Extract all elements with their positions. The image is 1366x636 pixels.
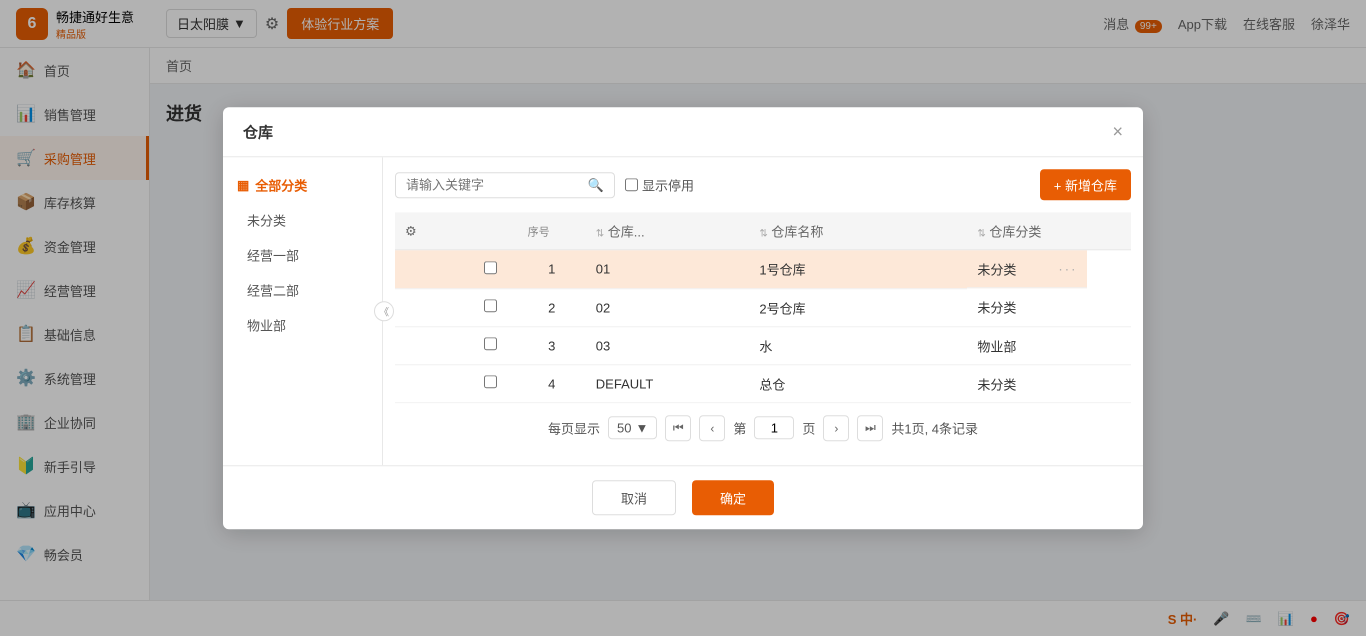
table-row[interactable]: 1 01 1号仓库 未分类··· [395, 250, 1131, 289]
row-check-4 [463, 364, 518, 402]
row-code-1: 01 [586, 250, 750, 289]
prev-page-btn[interactable]: ‹ [699, 415, 725, 441]
row-checkbox-4[interactable] [484, 375, 497, 388]
table-container: ⚙ 序号 ⇅ 仓库... ⇅ 仓库名称 [395, 212, 1131, 403]
col-header-name[interactable]: ⇅ 仓库名称 [749, 212, 967, 250]
warehouse-table: ⚙ 序号 ⇅ 仓库... ⇅ 仓库名称 [395, 212, 1131, 403]
row-gear-2 [395, 288, 463, 326]
all-category-item[interactable]: ▦ 全部分类 [223, 167, 382, 202]
page-label: 第 [733, 418, 746, 437]
row-cat-4: 未分类 [967, 364, 1131, 402]
table-panel: 🔍 显示停用 + 新增仓库 ⚙ 序号 [383, 157, 1143, 465]
all-category-label: 全部分类 [255, 175, 307, 194]
row-name-1: 1号仓库 [749, 250, 967, 289]
grid-icon: ▦ [237, 177, 249, 193]
row-check-1 [463, 250, 518, 289]
row-name-3: 水 [749, 326, 967, 364]
close-icon[interactable]: × [1112, 121, 1123, 142]
confirm-button[interactable]: 确定 [692, 480, 774, 515]
cancel-button[interactable]: 取消 [592, 480, 676, 515]
row-cat-2: 未分类 [967, 288, 1131, 326]
row-check-3 [463, 326, 518, 364]
modal-body: ▦ 全部分类 未分类 经营一部 经营二部 物业部 《 🔍 显示停用 + 新增 [223, 157, 1143, 465]
row-no-3: 3 [518, 326, 586, 364]
last-page-btn[interactable]: ⏭ [857, 415, 883, 441]
pagination: 每页显示 50 ▼ ⏮ ‹ 第 页 › ⏭ 共1页, 4条记录 [395, 403, 1131, 453]
row-cat-1: 未分类··· [967, 250, 1087, 288]
add-warehouse-btn[interactable]: + 新增仓库 [1040, 169, 1131, 200]
col-header-no: 序号 [518, 212, 586, 250]
row-checkbox-3[interactable] [484, 337, 497, 350]
row-no-4: 4 [518, 364, 586, 402]
table-row[interactable]: 2 02 2号仓库 未分类 [395, 288, 1131, 326]
show-disabled-label: 显示停用 [642, 175, 694, 194]
col-header-check [463, 212, 518, 250]
page-input[interactable] [754, 416, 794, 439]
row-cat-3: 物业部 [967, 326, 1131, 364]
disabled-checkbox[interactable] [625, 178, 638, 191]
row-check-2 [463, 288, 518, 326]
page-suffix: 页 [802, 418, 815, 437]
first-page-btn[interactable]: ⏮ [665, 415, 691, 441]
col-header-code[interactable]: ⇅ 仓库... [586, 212, 750, 250]
modal-footer: 取消 确定 [223, 465, 1143, 529]
row-gear-4 [395, 364, 463, 402]
row-name-2: 2号仓库 [749, 288, 967, 326]
row-checkbox-2[interactable] [484, 299, 497, 312]
col-header-gear: ⚙ [395, 212, 463, 250]
row-no-1: 1 [518, 250, 586, 289]
collapse-panel-btn[interactable]: 《 [374, 301, 394, 321]
modal-header: 仓库 × [223, 107, 1143, 157]
sort-icon-name: ⇅ [759, 228, 767, 239]
table-row[interactable]: 4 DEFAULT 总仓 未分类 [395, 364, 1131, 402]
category-item-2[interactable]: 经营二部 [223, 272, 382, 307]
page-size-label: 每页显示 [548, 418, 600, 437]
total-label: 共1页, 4条记录 [891, 418, 978, 437]
col-header-category[interactable]: ⇅ 仓库分类 [967, 212, 1131, 250]
category-panel: ▦ 全部分类 未分类 经营一部 经营二部 物业部 《 [223, 157, 383, 465]
table-toolbar: 🔍 显示停用 + 新增仓库 [395, 169, 1131, 200]
warehouse-modal: 仓库 × ▦ 全部分类 未分类 经营一部 经营二部 物业部 《 🔍 [223, 107, 1143, 529]
row-gear-1 [395, 250, 463, 289]
row-gear-3 [395, 326, 463, 364]
modal-title: 仓库 [243, 121, 273, 142]
row-name-4: 总仓 [749, 364, 967, 402]
page-size-arrow: ▼ [635, 420, 648, 435]
show-disabled-checkbox[interactable]: 显示停用 [625, 175, 694, 194]
page-size-select[interactable]: 50 ▼ [608, 416, 657, 439]
row-checkbox-1[interactable] [484, 261, 497, 274]
sort-icon-cat: ⇅ [977, 228, 985, 239]
table-row[interactable]: 3 03 水 物业部 [395, 326, 1131, 364]
page-size-value: 50 [617, 420, 631, 435]
row-no-2: 2 [518, 288, 586, 326]
search-icon[interactable]: 🔍 [588, 177, 604, 193]
search-input[interactable] [406, 177, 588, 192]
category-item-3[interactable]: 物业部 [223, 307, 382, 342]
row-code-4: DEFAULT [586, 364, 750, 402]
sort-icon-code: ⇅ [596, 228, 604, 239]
search-box: 🔍 [395, 172, 615, 198]
next-page-btn[interactable]: › [823, 415, 849, 441]
category-item-unclassified[interactable]: 未分类 [223, 202, 382, 237]
row-code-2: 02 [586, 288, 750, 326]
row-code-3: 03 [586, 326, 750, 364]
category-item-1[interactable]: 经营一部 [223, 237, 382, 272]
